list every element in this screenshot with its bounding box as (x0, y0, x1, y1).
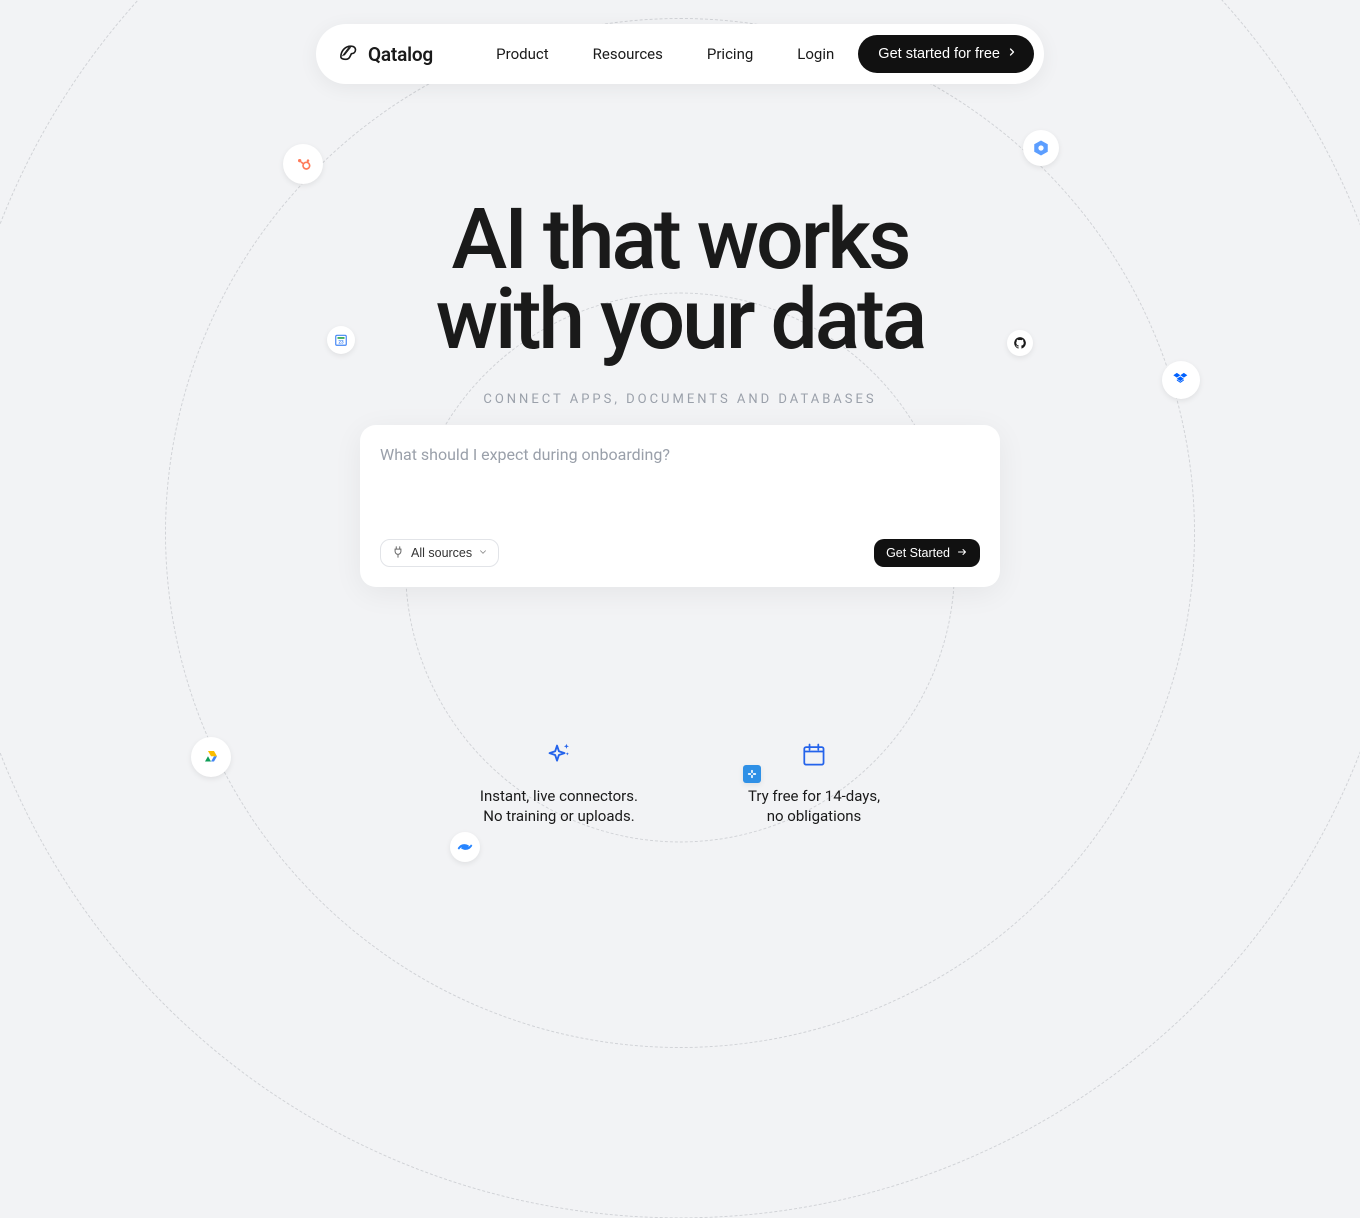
feature-connectors: Instant, live connectors. No training or… (480, 740, 638, 827)
prompt-input[interactable] (380, 445, 980, 539)
arrow-right-icon (956, 546, 968, 561)
nav-link-login[interactable]: Login (797, 45, 834, 63)
cta-label: Get started for free (878, 46, 1000, 62)
hero: AI that works with your data CONNECT APP… (180, 200, 1180, 407)
hubspot-icon (283, 144, 323, 184)
feature-text: Instant, live connectors. No training or… (480, 786, 638, 827)
start-label: Get Started (886, 546, 950, 560)
nav-link-product[interactable]: Product (496, 45, 548, 63)
features: Instant, live connectors. No training or… (480, 740, 880, 827)
nav-link-pricing[interactable]: Pricing (707, 45, 753, 63)
brand[interactable]: Qatalog (336, 39, 433, 69)
google-drive-icon (191, 737, 231, 777)
calendar-icon (748, 740, 880, 770)
prompt-box: All sources Get Started (360, 425, 1000, 587)
page-title: AI that works with your data (180, 200, 1180, 360)
plug-icon (391, 545, 405, 562)
navbar: Qatalog Product Resources Pricing Login … (316, 24, 1044, 84)
nav-link-resources[interactable]: Resources (593, 45, 663, 63)
sources-label: All sources (411, 546, 472, 560)
subtitle: CONNECT APPS, DOCUMENTS AND DATABASES (180, 392, 1180, 407)
get-started-button[interactable]: Get Started (874, 539, 980, 567)
feature-text: Try free for 14-days, no obligations (748, 786, 880, 827)
brand-name: Qatalog (368, 43, 433, 66)
title-line-2: with your data (436, 270, 925, 369)
sparkle-icon (480, 740, 638, 770)
brand-logo-icon (336, 39, 362, 69)
get-started-free-button[interactable]: Get started for free (858, 35, 1034, 73)
nav-links: Product Resources Pricing Login (496, 45, 834, 63)
chevron-down-icon (478, 546, 488, 560)
sources-dropdown[interactable]: All sources (380, 539, 499, 567)
feature-trial: Try free for 14-days, no obligations (748, 740, 880, 827)
chevron-right-icon (1006, 46, 1018, 62)
bigquery-icon (1023, 130, 1059, 166)
confluence-icon (450, 832, 480, 862)
